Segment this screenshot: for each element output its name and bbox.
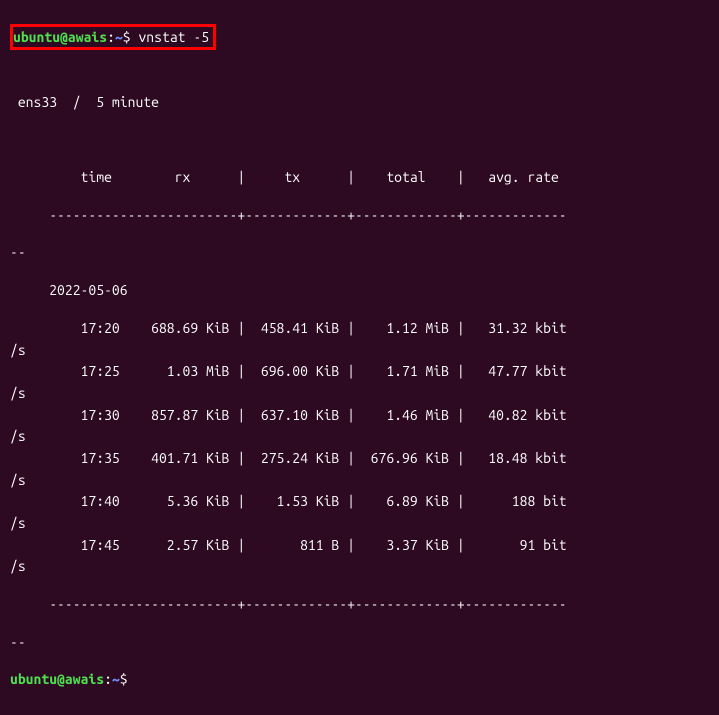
blank-line [10,54,709,76]
prompt-user: ubuntu [10,671,57,687]
interface-header: ens33 / 5 minute [10,92,709,114]
separator-wrap: -- [10,242,709,264]
terminal-output: ubuntu@awais:~$ vnstat -5 ens33 / 5 minu… [0,0,719,715]
table-row-wrap: /s [10,513,709,535]
table-row: 17:35 401.71 KiB | 275.24 KiB | 676.96 K… [10,448,709,470]
table-row-wrap: /s [10,426,709,448]
table-row: 17:40 5.36 KiB | 1.53 KiB | 6.89 KiB | 1… [10,491,709,513]
prompt-dollar: $ [120,671,128,687]
table-row-wrap: /s [10,556,709,578]
table-row: 17:25 1.03 MiB | 696.00 KiB | 1.71 MiB |… [10,361,709,383]
prompt-host: awais [68,29,107,45]
prompt-at: @ [57,671,65,687]
command-text: vnstat -5 [138,29,209,45]
table-row-wrap: /s [10,340,709,362]
blank-line [10,129,709,151]
prompt-line[interactable]: ubuntu@awais:~$ [10,669,709,691]
command-highlight: ubuntu@awais:~$ vnstat -5 [10,24,216,50]
prompt-path: ~ [115,29,123,45]
prompt-dollar: $ [123,29,131,45]
table-row-wrap: /s [10,383,709,405]
column-headers: time rx | tx | total | avg. rate [10,167,709,189]
prompt-colon: : [104,671,112,687]
prompt-path: ~ [112,671,120,687]
footer-separator: ------------------------+-------------+-… [10,594,709,616]
table-row: 17:20 688.69 KiB | 458.41 KiB | 1.12 MiB… [10,318,709,340]
prompt-at: @ [60,29,68,45]
prompt-user: ubuntu [13,29,60,45]
table-row: 17:30 857.87 KiB | 637.10 KiB | 1.46 MiB… [10,405,709,427]
date-line: 2022-05-06 [10,280,709,302]
prompt-colon: : [107,29,115,45]
prompt-host: awais [65,671,104,687]
separator-line: ------------------------+-------------+-… [10,205,709,227]
footer-separator-wrap: -- [10,632,709,654]
table-row: 17:45 2.57 KiB | 811 B | 3.37 KiB | 91 b… [10,535,709,557]
table-row-wrap: /s [10,470,709,492]
data-rows: 17:20 688.69 KiB | 458.41 KiB | 1.12 MiB… [10,318,709,578]
